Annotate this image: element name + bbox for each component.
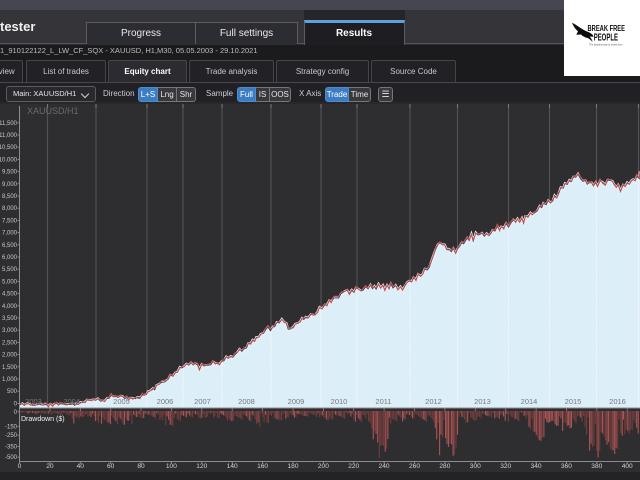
svg-text:2010: 2010 <box>331 397 348 406</box>
svg-text:0: 0 <box>18 463 22 470</box>
svg-text:380: 380 <box>591 463 602 470</box>
svg-text:6,500: 6,500 <box>2 243 18 249</box>
svg-text:2008: 2008 <box>238 397 255 406</box>
svg-text:200: 200 <box>318 463 329 470</box>
svg-text:10,500: 10,500 <box>0 145 18 151</box>
svg-text:240: 240 <box>379 463 390 470</box>
svg-text:2006: 2006 <box>157 397 174 406</box>
svg-text:4,000: 4,000 <box>2 304 18 310</box>
svg-text:1,500: 1,500 <box>2 365 18 371</box>
svg-text:-150: -150 <box>5 424 18 430</box>
svg-text:2014: 2014 <box>521 397 538 406</box>
svg-text:360: 360 <box>561 463 572 470</box>
svg-text:-500: -500 <box>5 455 18 461</box>
svg-text:8,500: 8,500 <box>2 194 18 200</box>
svg-text:8,000: 8,000 <box>2 206 18 212</box>
svg-text:7,000: 7,000 <box>2 231 18 237</box>
svg-text:-350: -350 <box>5 445 18 451</box>
svg-text:5,000: 5,000 <box>2 279 18 285</box>
svg-text:300: 300 <box>470 463 481 470</box>
svg-text:500: 500 <box>7 389 18 395</box>
svg-text:2005: 2005 <box>113 397 130 406</box>
svg-text:2015: 2015 <box>565 397 582 406</box>
svg-text:XAUUSD/H1: XAUUSD/H1 <box>27 106 79 116</box>
svg-text:9,000: 9,000 <box>2 182 18 188</box>
svg-text:2016: 2016 <box>609 397 626 406</box>
svg-text:40: 40 <box>77 463 85 470</box>
svg-text:100: 100 <box>166 463 177 470</box>
svg-text:2,000: 2,000 <box>2 353 18 359</box>
svg-text:320: 320 <box>500 463 511 470</box>
svg-text:9,500: 9,500 <box>2 170 18 176</box>
svg-text:The simplest way to invest her: The simplest way to invest here <box>589 43 623 46</box>
svg-text:340: 340 <box>531 463 542 470</box>
svg-text:10,000: 10,000 <box>0 157 18 163</box>
svg-text:220: 220 <box>348 463 359 470</box>
svg-text:2007: 2007 <box>194 397 211 406</box>
svg-text:Drawdown ($): Drawdown ($) <box>21 416 65 423</box>
svg-text:-250: -250 <box>5 433 18 439</box>
svg-text:20: 20 <box>46 463 54 470</box>
svg-text:160: 160 <box>257 463 268 470</box>
svg-text:3,500: 3,500 <box>2 316 18 322</box>
svg-text:80: 80 <box>137 463 145 470</box>
svg-text:7,500: 7,500 <box>2 218 18 224</box>
svg-text:1,000: 1,000 <box>2 377 18 383</box>
svg-text:60: 60 <box>107 463 115 470</box>
svg-text:PEOPLE: PEOPLE <box>594 31 619 43</box>
svg-text:6,000: 6,000 <box>2 255 18 261</box>
svg-text:11,500: 11,500 <box>0 121 18 127</box>
svg-text:260: 260 <box>409 463 420 470</box>
svg-text:2,500: 2,500 <box>2 340 18 346</box>
svg-text:2013: 2013 <box>474 397 491 406</box>
svg-text:400: 400 <box>622 463 633 470</box>
svg-text:280: 280 <box>439 463 450 470</box>
svg-text:2003: 2003 <box>25 397 42 406</box>
svg-text:2012: 2012 <box>425 397 442 406</box>
svg-text:11,000: 11,000 <box>0 133 18 139</box>
svg-text:2009: 2009 <box>288 397 305 406</box>
svg-text:180: 180 <box>287 463 298 470</box>
svg-text:140: 140 <box>227 463 238 470</box>
svg-text:5,500: 5,500 <box>2 267 18 273</box>
svg-text:2004: 2004 <box>63 397 80 406</box>
svg-text:3,000: 3,000 <box>2 328 18 334</box>
svg-text:4,500: 4,500 <box>2 292 18 298</box>
svg-text:2011: 2011 <box>375 397 391 406</box>
svg-text:120: 120 <box>196 463 207 470</box>
